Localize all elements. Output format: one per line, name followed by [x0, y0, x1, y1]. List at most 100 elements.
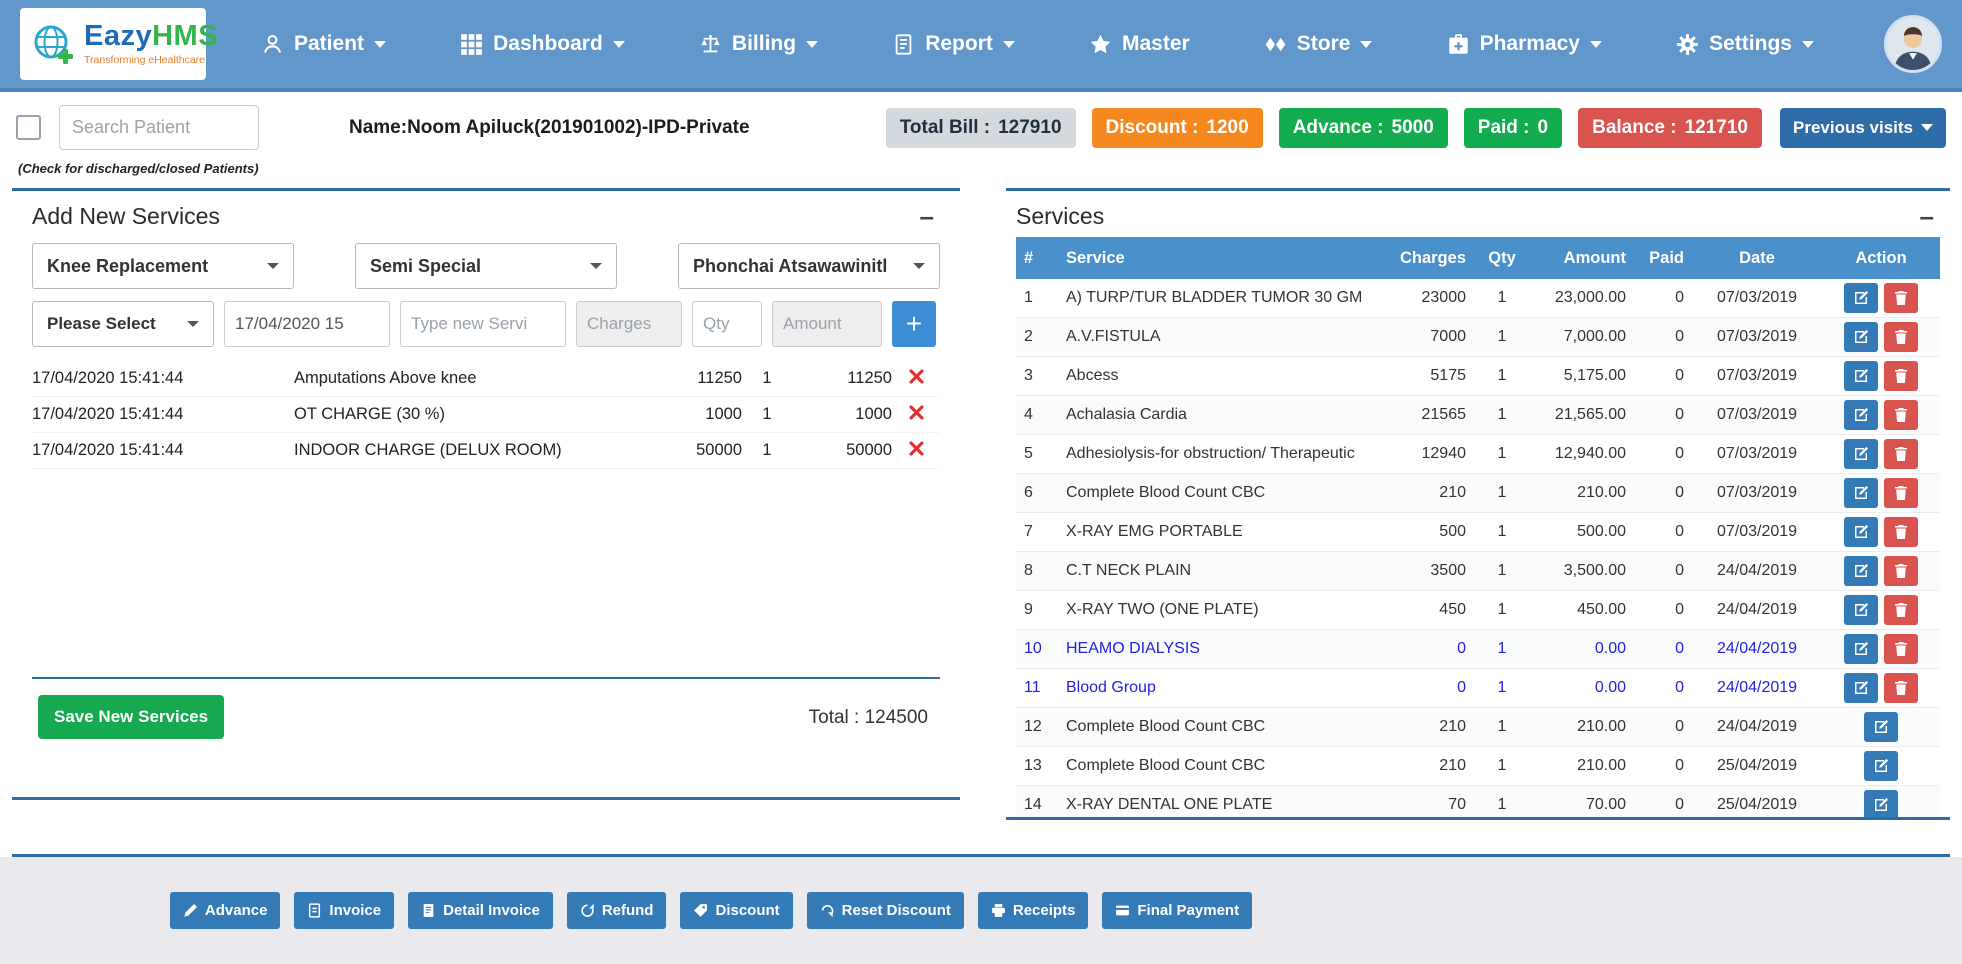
room-type-select-value: Semi Special [370, 255, 482, 276]
service-qty: 1 [1497, 757, 1507, 774]
edit-service-button[interactable] [1864, 712, 1898, 742]
service-charges: 500 [1439, 523, 1466, 540]
add-service-button[interactable]: + [892, 301, 936, 347]
edit-service-button[interactable] [1844, 673, 1878, 703]
edit-service-button[interactable] [1844, 361, 1878, 391]
navbar: EazyHMS Transforming eHealthcare Patient… [0, 0, 1962, 92]
delete-service-button[interactable] [1884, 361, 1918, 391]
delete-service-button[interactable] [1884, 322, 1918, 352]
nav-item-store[interactable]: Store [1264, 32, 1373, 56]
remove-pending-service-button[interactable] [892, 440, 940, 462]
discount-button[interactable]: Discount [680, 892, 793, 929]
edit-service-button[interactable] [1844, 556, 1878, 586]
receipts-button[interactable]: Receipts [977, 892, 1089, 929]
nav-item-master[interactable]: Master [1089, 32, 1190, 56]
column-header-service: Service [1066, 248, 1125, 267]
pending-datetime: 17/04/2020 15:41:44 [32, 405, 184, 423]
advance-button[interactable]: Advance [169, 892, 281, 929]
edit-service-button[interactable] [1844, 478, 1878, 508]
service-date: 25/04/2019 [1716, 796, 1798, 813]
delete-service-button[interactable] [1884, 634, 1918, 664]
service-paid: 0 [1675, 757, 1684, 774]
remove-pending-service-button[interactable] [892, 368, 940, 390]
nav-item-label: Settings [1709, 32, 1792, 55]
reset-discount-icon [820, 903, 835, 918]
service-row-number: 5 [1024, 445, 1033, 462]
service-paid: 0 [1675, 484, 1684, 501]
edit-service-button[interactable] [1844, 634, 1878, 664]
edit-service-button[interactable] [1844, 439, 1878, 469]
service-actions [1822, 435, 1940, 473]
edit-service-button[interactable] [1844, 517, 1878, 547]
previous-visits-button[interactable]: Previous visits [1779, 107, 1946, 148]
service-paid: 0 [1675, 796, 1684, 813]
discharged-checkbox[interactable] [16, 115, 41, 140]
edit-service-button[interactable] [1844, 595, 1878, 625]
new-service-input[interactable] [400, 301, 566, 347]
package-select[interactable]: Knee Replacement [32, 243, 294, 289]
discharged-note: (Check for discharged/closed Patients) [18, 161, 259, 176]
service-date: 25/04/2019 [1716, 757, 1798, 774]
chevron-down-icon [590, 263, 602, 269]
pending-datetime: 17/04/2020 15:41:44 [32, 369, 184, 387]
delete-service-button[interactable] [1884, 439, 1918, 469]
edit-service-button[interactable] [1864, 790, 1898, 817]
delete-service-button[interactable] [1884, 556, 1918, 586]
edit-service-button[interactable] [1844, 322, 1878, 352]
footer-bar: Advance Invoice Detail Invoice Refund Discou… [0, 857, 1962, 964]
delete-service-button[interactable] [1884, 517, 1918, 547]
save-new-services-button[interactable]: Save New Services [38, 695, 225, 739]
badge-value: 127910 [998, 116, 1062, 138]
amount-input[interactable] [772, 301, 882, 347]
nav-item-pharmacy[interactable]: Pharmacy [1447, 32, 1602, 56]
nav-item-billing[interactable]: Billing [699, 32, 819, 56]
edit-service-button[interactable] [1864, 751, 1898, 781]
pharmacy-icon [1447, 33, 1470, 56]
doctor-select[interactable]: Phonchai Atsawawinitl [678, 243, 940, 289]
service-select[interactable]: Please Select [32, 301, 214, 347]
refund-button[interactable]: Refund [566, 892, 667, 929]
final-payment-button[interactable]: Final Payment [1102, 892, 1253, 929]
qty-input[interactable] [692, 301, 762, 347]
remove-pending-service-button[interactable] [892, 404, 940, 426]
nav-item-settings[interactable]: Settings [1676, 32, 1814, 56]
delete-service-button[interactable] [1884, 478, 1918, 508]
delete-service-button[interactable] [1884, 283, 1918, 313]
service-amount: 210.00 [1577, 718, 1626, 735]
service-row: 2 A.V.FISTULA 7000 1 7,000.00 0 07/03/2019 [1016, 318, 1940, 357]
service-amount: 23,000.00 [1554, 289, 1626, 306]
delete-service-button[interactable] [1884, 595, 1918, 625]
edit-service-button[interactable] [1844, 283, 1878, 313]
service-amount: 70.00 [1585, 796, 1626, 813]
room-type-select[interactable]: Semi Special [355, 243, 617, 289]
service-actions [1822, 552, 1940, 590]
nav-item-report[interactable]: Report [892, 32, 1015, 56]
charges-input[interactable] [576, 301, 682, 347]
reset-discount-button[interactable]: Reset Discount [806, 892, 964, 929]
collapse-panel-button[interactable]: – [914, 203, 940, 229]
service-actions [1822, 357, 1940, 395]
service-qty: 1 [1497, 367, 1507, 384]
service-row-number: 8 [1024, 562, 1033, 579]
edit-service-button[interactable] [1844, 400, 1878, 430]
service-date: 24/04/2019 [1716, 718, 1798, 735]
delete-service-button[interactable] [1884, 400, 1918, 430]
service-row-number: 13 [1024, 757, 1042, 774]
gear-icon [1676, 33, 1699, 56]
search-patient-input[interactable] [59, 105, 259, 150]
detail-invoice-button[interactable]: Detail Invoice [408, 892, 553, 929]
service-row: 1 A) TURP/TUR BLADDER TUMOR 30 GM 23000 1 23… [1016, 279, 1940, 318]
column-header-num: # [1024, 248, 1034, 267]
service-amount: 0.00 [1594, 679, 1626, 696]
app-logo[interactable]: EazyHMS Transforming eHealthcare [20, 8, 218, 80]
pending-qty: 1 [762, 369, 772, 387]
nav-item-patient[interactable]: Patient [261, 32, 387, 56]
footer-button-label: Refund [601, 902, 654, 919]
patient-name-value: Noom Apiluck(201901002)-IPD-Private [407, 116, 750, 138]
delete-service-button[interactable] [1884, 673, 1918, 703]
user-avatar[interactable] [1884, 15, 1942, 73]
invoice-button[interactable]: Invoice [294, 892, 395, 929]
collapse-panel-button[interactable]: – [1914, 203, 1940, 229]
nav-item-dashboard[interactable]: Dashboard [460, 32, 625, 56]
service-date-input[interactable] [224, 301, 390, 347]
